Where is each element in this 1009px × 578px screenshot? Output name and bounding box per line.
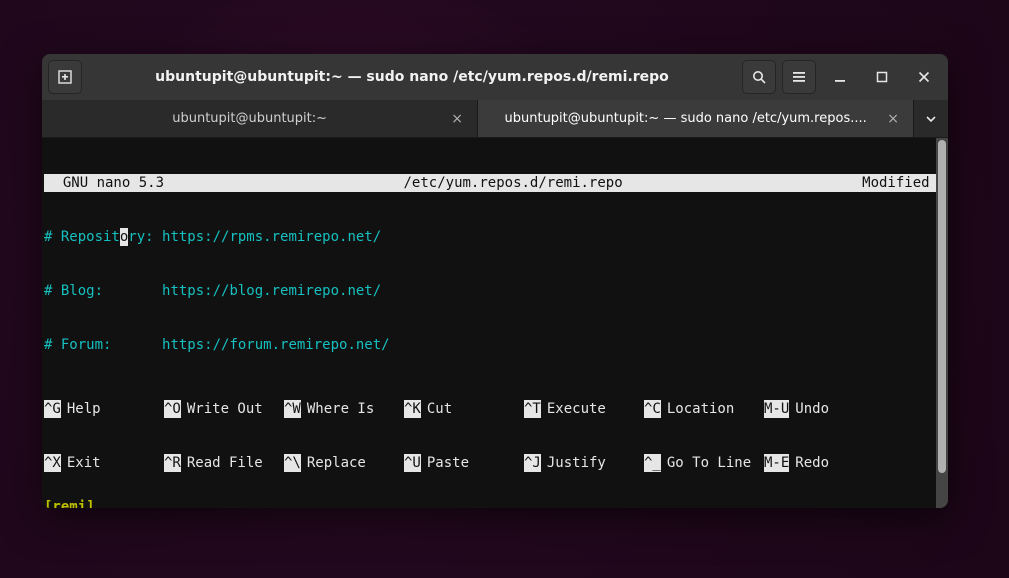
nano-shortcuts: ^GHelp^OWrite Out^WWhere Is^KCut^TExecut… [44,364,936,508]
shortcut-label: Location [661,400,734,418]
window-title: ubuntupit@ubuntupit:~ — sudo nano /etc/y… [88,69,736,85]
shortcut-label: Paste [421,454,469,472]
shortcut-key: M-U [764,400,789,418]
tab-bar: ubuntupit@ubuntupit:~ × ubuntupit@ubuntu… [42,100,948,138]
tab-2[interactable]: ubuntupit@ubuntupit:~ — sudo nano /etc/y… [478,100,914,137]
maximize-button[interactable] [864,59,900,95]
shortcut-key: M-E [764,454,789,472]
shortcut: ^XExit [44,454,164,472]
cursor: o [120,228,128,246]
shortcut-key: ^_ [644,454,661,472]
shortcut: ^UPaste [404,454,524,472]
shortcut-label: Exit [61,454,101,472]
shortcut-key: ^K [404,400,421,418]
shortcut-key: ^T [524,400,541,418]
shortcut-key: ^C [644,400,661,418]
shortcut-label: Execute [541,400,606,418]
shortcut: ^GHelp [44,400,164,418]
shortcut: ^RRead File [164,454,284,472]
shortcut-key: ^O [164,400,181,418]
shortcut-key: ^J [524,454,541,472]
shortcut-label: Read File [181,454,263,472]
tab-dropdown[interactable] [914,100,948,137]
shortcut-label: Redo [789,454,829,472]
tab-label: ubuntupit@ubuntupit:~ — sudo nano /etc/y… [492,111,879,126]
shortcut-key: ^W [284,400,301,418]
shortcut: M-UUndo [764,400,884,418]
terminal-content: GNU nano 5.3 /etc/yum.repos.d/remi.repo … [42,138,948,508]
menu-button[interactable] [782,60,816,94]
shortcut: ^JJustify [524,454,644,472]
shortcut: M-ERedo [764,454,884,472]
shortcut: ^TExecute [524,400,644,418]
shortcut-key: ^U [404,454,421,472]
tab-close-icon[interactable]: × [451,111,463,127]
shortcut-label: Write Out [181,400,263,418]
tab-close-icon[interactable]: × [887,111,899,127]
shortcut-label: Go To Line [661,454,751,472]
nano-titlebar: GNU nano 5.3 /etc/yum.repos.d/remi.repo … [44,174,940,192]
terminal-viewport[interactable]: GNU nano 5.3 /etc/yum.repos.d/remi.repo … [42,138,948,508]
shortcut-label: Cut [421,400,452,418]
scrollbar-thumb[interactable] [938,140,946,473]
terminal-window: ubuntupit@ubuntupit:~ — sudo nano /etc/y… [42,54,948,508]
nano-app-name: GNU nano 5.3 [44,174,164,192]
shortcut-label: Help [61,400,101,418]
shortcut-key: ^R [164,454,181,472]
shortcut: ^\Replace [284,454,404,472]
search-button[interactable] [742,60,776,94]
shortcut-key: ^X [44,454,61,472]
shortcut-key: ^\ [284,454,301,472]
tab-label: ubuntupit@ubuntupit:~ [56,111,443,126]
tab-1[interactable]: ubuntupit@ubuntupit:~ × [42,100,478,137]
shortcut: ^OWrite Out [164,400,284,418]
new-tab-button[interactable] [48,60,82,94]
close-button[interactable] [906,59,942,95]
shortcut: ^KCut [404,400,524,418]
shortcut: ^_Go To Line [644,454,764,472]
shortcut: ^WWhere Is [284,400,404,418]
nano-status: Modified [862,174,940,192]
shortcut-label: Justify [541,454,606,472]
scrollbar[interactable] [936,138,948,508]
shortcut-label: Where Is [301,400,374,418]
shortcut: ^CLocation [644,400,764,418]
titlebar: ubuntupit@ubuntupit:~ — sudo nano /etc/y… [42,54,948,100]
shortcut-label: Undo [789,400,829,418]
nano-filepath: /etc/yum.repos.d/remi.repo [164,174,862,192]
minimize-button[interactable] [822,59,858,95]
shortcut-key: ^G [44,400,61,418]
shortcut-label: Replace [301,454,366,472]
